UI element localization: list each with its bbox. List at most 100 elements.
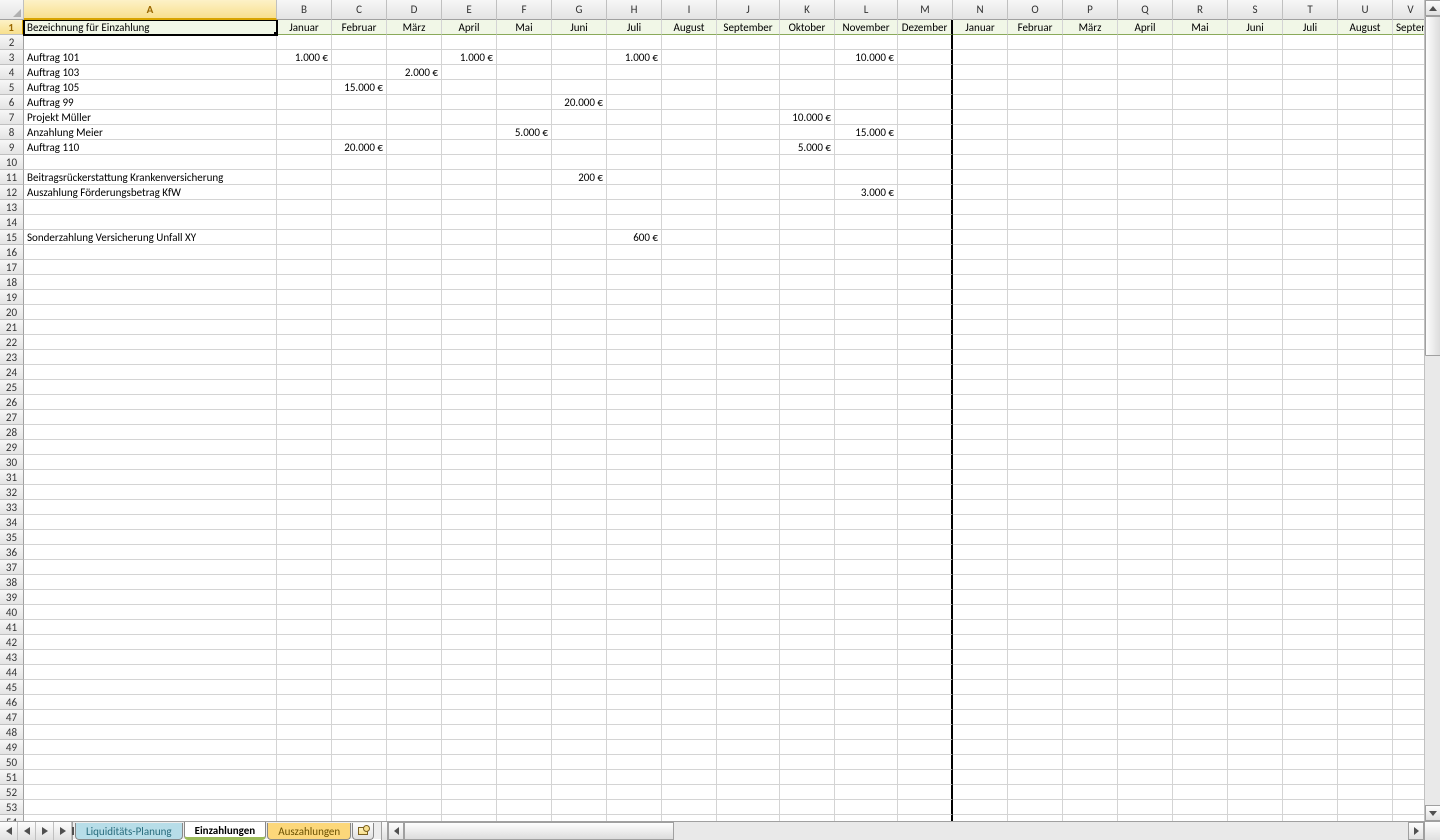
cell-T26[interactable] (1283, 395, 1338, 410)
cell-E46[interactable] (442, 695, 497, 710)
cell-H42[interactable] (607, 635, 662, 650)
row-header-16[interactable]: 16 (0, 245, 24, 260)
cell-F8[interactable]: 5.000 € (497, 125, 552, 140)
cell-E10[interactable] (442, 155, 497, 170)
cell-O25[interactable] (1008, 380, 1063, 395)
cell-C40[interactable] (332, 605, 387, 620)
cell-L45[interactable] (835, 680, 898, 695)
cell-H25[interactable] (607, 380, 662, 395)
cell-F39[interactable] (497, 590, 552, 605)
cell-N41[interactable] (953, 620, 1008, 635)
cell-A15[interactable]: Sonderzahlung Versicherung Unfall XY (24, 230, 277, 245)
cell-L24[interactable] (835, 365, 898, 380)
cell-I18[interactable] (662, 275, 717, 290)
cell-Q46[interactable] (1118, 695, 1173, 710)
cell-B48[interactable] (277, 725, 332, 740)
cell-L7[interactable] (835, 110, 898, 125)
cell-D33[interactable] (387, 500, 442, 515)
cell-J34[interactable] (717, 515, 780, 530)
cell-K28[interactable] (780, 425, 835, 440)
cell-U53[interactable] (1338, 800, 1393, 815)
cell-J24[interactable] (717, 365, 780, 380)
cell-Q28[interactable] (1118, 425, 1173, 440)
cell-L10[interactable] (835, 155, 898, 170)
cell-J27[interactable] (717, 410, 780, 425)
cell-U33[interactable] (1338, 500, 1393, 515)
cell-D42[interactable] (387, 635, 442, 650)
cell-T29[interactable] (1283, 440, 1338, 455)
cell-E39[interactable] (442, 590, 497, 605)
cell-R24[interactable] (1173, 365, 1228, 380)
column-header-P[interactable]: P (1063, 0, 1118, 20)
cell-B25[interactable] (277, 380, 332, 395)
cell-S12[interactable] (1228, 185, 1283, 200)
cell-H27[interactable] (607, 410, 662, 425)
cell-D27[interactable] (387, 410, 442, 425)
cell-T22[interactable] (1283, 335, 1338, 350)
cell-K6[interactable] (780, 95, 835, 110)
cell-C5[interactable]: 15.000 € (332, 80, 387, 95)
cell-N43[interactable] (953, 650, 1008, 665)
cell-S47[interactable] (1228, 710, 1283, 725)
cell-S49[interactable] (1228, 740, 1283, 755)
cell-D9[interactable] (387, 140, 442, 155)
cell-U50[interactable] (1338, 755, 1393, 770)
cell-R16[interactable] (1173, 245, 1228, 260)
cell-D26[interactable] (387, 395, 442, 410)
cell-V40[interactable] (1393, 605, 1424, 620)
cell-F18[interactable] (497, 275, 552, 290)
cell-C52[interactable] (332, 785, 387, 800)
cell-O9[interactable] (1008, 140, 1063, 155)
cell-M44[interactable] (898, 665, 953, 680)
cell-Q15[interactable] (1118, 230, 1173, 245)
row-header-49[interactable]: 49 (0, 740, 24, 755)
column-header-H[interactable]: H (607, 0, 662, 20)
cell-D41[interactable] (387, 620, 442, 635)
scroll-down-button[interactable] (1425, 805, 1440, 821)
cell-N35[interactable] (953, 530, 1008, 545)
cell-C14[interactable] (332, 215, 387, 230)
cell-M5[interactable] (898, 80, 953, 95)
cell-M6[interactable] (898, 95, 953, 110)
cell-S41[interactable] (1228, 620, 1283, 635)
cell-U15[interactable] (1338, 230, 1393, 245)
row-header-44[interactable]: 44 (0, 665, 24, 680)
cell-M17[interactable] (898, 260, 953, 275)
column-header-O[interactable]: O (1008, 0, 1063, 20)
cell-P17[interactable] (1063, 260, 1118, 275)
cell-H26[interactable] (607, 395, 662, 410)
cell-N34[interactable] (953, 515, 1008, 530)
cell-J37[interactable] (717, 560, 780, 575)
cell-T20[interactable] (1283, 305, 1338, 320)
cell-K26[interactable] (780, 395, 835, 410)
cell-I32[interactable] (662, 485, 717, 500)
cell-I8[interactable] (662, 125, 717, 140)
cell-F52[interactable] (497, 785, 552, 800)
cell-Q16[interactable] (1118, 245, 1173, 260)
cell-B6[interactable] (277, 95, 332, 110)
cell-A41[interactable] (24, 620, 277, 635)
cell-H10[interactable] (607, 155, 662, 170)
cell-N23[interactable] (953, 350, 1008, 365)
cell-C33[interactable] (332, 500, 387, 515)
cell-N4[interactable] (953, 65, 1008, 80)
column-header-D[interactable]: D (387, 0, 442, 20)
cell-A45[interactable] (24, 680, 277, 695)
cell-B10[interactable] (277, 155, 332, 170)
cell-B31[interactable] (277, 470, 332, 485)
cell-T15[interactable] (1283, 230, 1338, 245)
cell-A33[interactable] (24, 500, 277, 515)
cell-S53[interactable] (1228, 800, 1283, 815)
cell-I44[interactable] (662, 665, 717, 680)
cell-B33[interactable] (277, 500, 332, 515)
cell-V33[interactable] (1393, 500, 1424, 515)
cell-H1[interactable]: Juli (607, 20, 662, 35)
cell-H37[interactable] (607, 560, 662, 575)
cell-D43[interactable] (387, 650, 442, 665)
cell-M9[interactable] (898, 140, 953, 155)
cell-F23[interactable] (497, 350, 552, 365)
cell-V28[interactable] (1393, 425, 1424, 440)
cell-J3[interactable] (717, 50, 780, 65)
cell-U43[interactable] (1338, 650, 1393, 665)
cell-D13[interactable] (387, 200, 442, 215)
